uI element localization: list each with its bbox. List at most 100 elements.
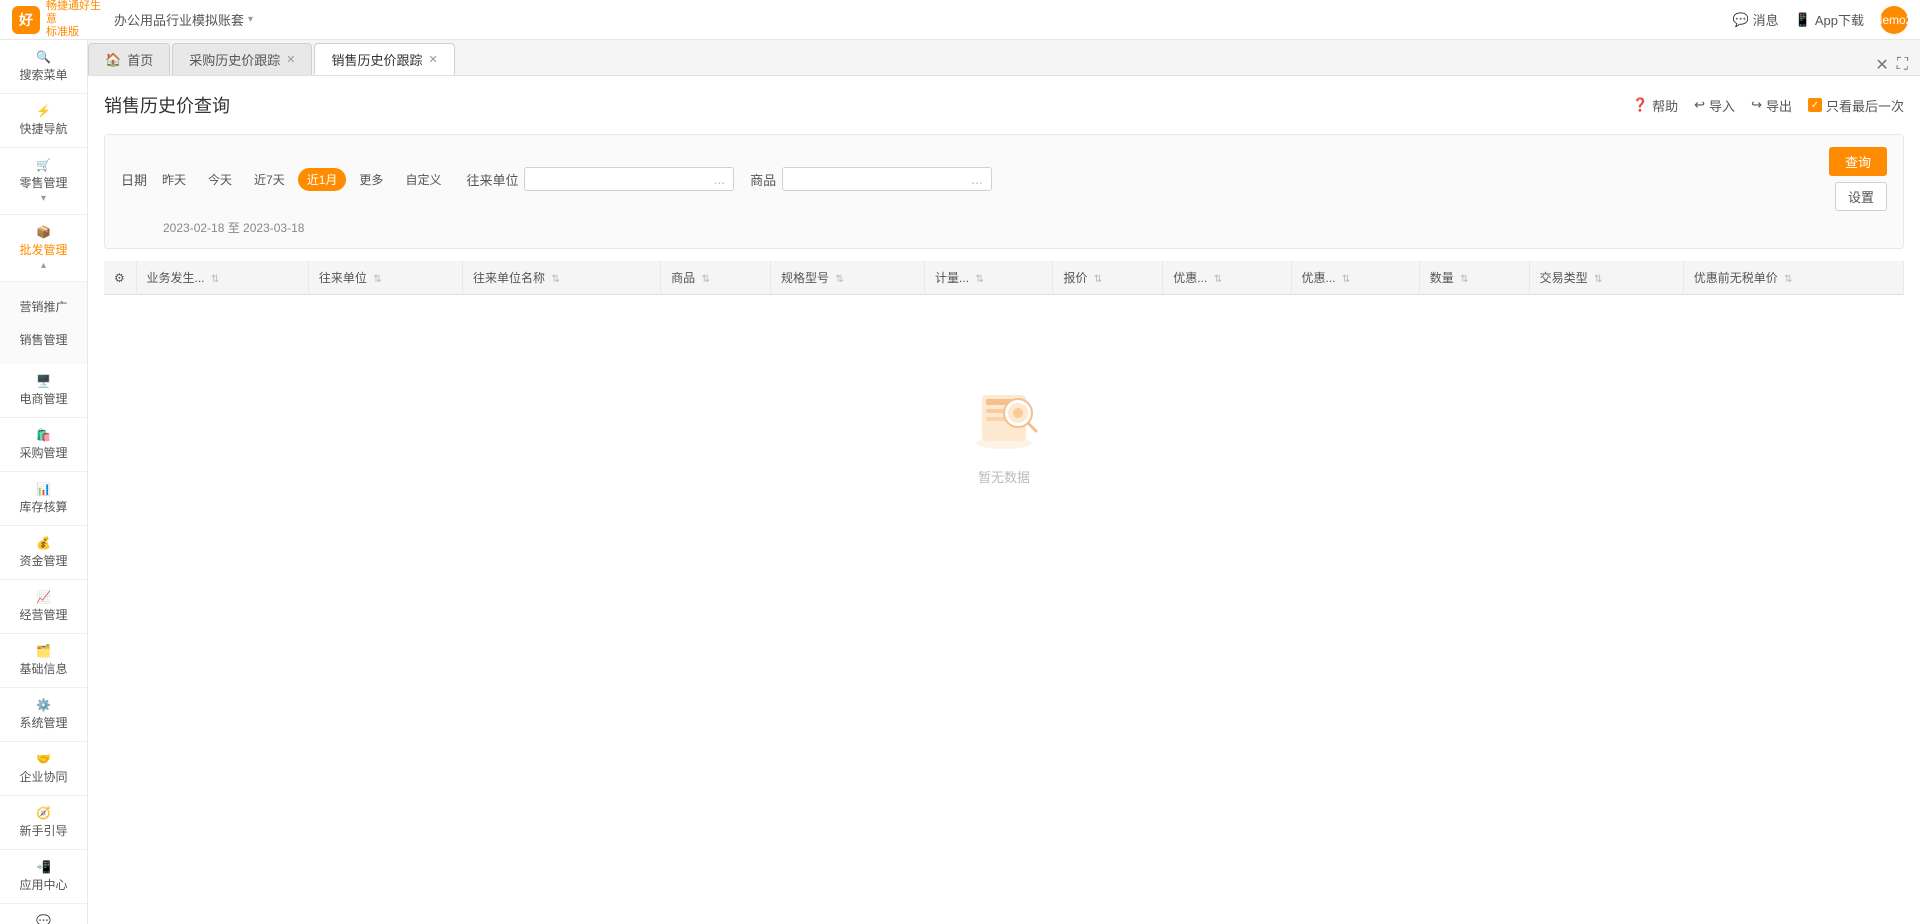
date-btn-1month[interactable]: 近1月	[298, 168, 347, 191]
only-last-checkbox[interactable]: ✓	[1808, 98, 1822, 112]
col-settings[interactable]: ⚙	[104, 261, 136, 295]
product-label: 商品	[750, 170, 776, 189]
date-btn-today[interactable]: 今天	[199, 168, 241, 191]
sort-arrows-biz-date: ⇅	[211, 274, 219, 285]
sidebar-item-sales-mgmt[interactable]: 销售管理	[0, 323, 87, 356]
empty-state: 暂无数据	[104, 295, 1904, 566]
sort-arrows-quote: ⇅	[1094, 274, 1102, 285]
sidebar-item-wechat[interactable]: 💬 企业微信	[0, 904, 87, 924]
sort-arrows-unit: ⇅	[975, 274, 983, 285]
close-tab-sales-icon[interactable]: ✕	[428, 53, 437, 66]
col-quantity[interactable]: 数量 ⇅	[1419, 261, 1529, 295]
date-range-text: 2023-02-18 至 2023-03-18	[163, 219, 304, 236]
import-button[interactable]: ↩ 导入	[1694, 96, 1735, 115]
export-icon: ↪	[1751, 97, 1762, 113]
table-container: ⚙ 业务发生... ⇅ 往来单位 ⇅ 往来单位名称	[104, 261, 1904, 295]
sidebar-item-guide[interactable]: 🧭 新手引导	[0, 796, 87, 850]
query-button[interactable]: 查询	[1829, 147, 1887, 176]
export-button[interactable]: ↪ 导出	[1751, 96, 1792, 115]
col-spec[interactable]: 规格型号 ⇅	[771, 261, 925, 295]
user-avatar-area[interactable]: demo2	[1880, 6, 1908, 34]
settings-icon[interactable]: ⚙	[114, 271, 125, 285]
sort-arrows-partner-name: ⇅	[551, 274, 559, 285]
product-input-dots: ...	[971, 171, 983, 187]
sidebar-item-system[interactable]: ⚙️ 系统管理	[0, 688, 87, 742]
import-icon: ↩	[1694, 97, 1705, 113]
filter-row-1: 日期 昨天 今天 近7天 近1月 更多 自定义 往来单位	[121, 147, 1887, 211]
col-product[interactable]: 商品 ⇅	[661, 261, 771, 295]
col-discount2[interactable]: 优惠... ⇅	[1291, 261, 1419, 295]
chevron-down-icon: ▾	[41, 193, 46, 204]
sidebar-item-operation[interactable]: 📈 经营管理	[0, 580, 87, 634]
col-partner-name[interactable]: 往来单位名称 ⇅	[462, 261, 660, 295]
sidebar-item-app-center[interactable]: 📲 应用中心	[0, 850, 87, 904]
page-title-actions: ❓ 帮助 ↩ 导入 ↪ 导出 ✓ 只看最后一次	[1632, 96, 1904, 115]
download-icon: 📱	[1795, 12, 1811, 28]
product-input-wrapper[interactable]: ...	[782, 167, 992, 191]
col-trade-type[interactable]: 交易类型 ⇅	[1529, 261, 1683, 295]
col-pre-tax-price[interactable]: 优惠前无税单价 ⇅	[1683, 261, 1903, 295]
partner-label: 往来单位	[466, 170, 518, 189]
avatar: demo2	[1880, 6, 1908, 34]
finance-icon: 💰	[36, 536, 51, 550]
filter-buttons: 查询 设置	[1829, 147, 1887, 211]
date-btn-yesterday[interactable]: 昨天	[153, 168, 195, 191]
nav-icon: ⚡	[36, 104, 51, 118]
sidebar-item-purchase[interactable]: 🛍️ 采购管理	[0, 418, 87, 472]
sidebar-item-inventory[interactable]: 📊 库存核算	[0, 472, 87, 526]
date-btn-more[interactable]: 更多	[350, 168, 392, 191]
company-selector[interactable]: 办公用品行业模拟账套 ▾	[114, 10, 253, 29]
enterprise-icon: 🤝	[36, 752, 51, 766]
partner-input-wrapper[interactable]: ...	[524, 167, 734, 191]
sort-arrows-trade-type: ⇅	[1594, 274, 1602, 285]
col-discount1[interactable]: 优惠... ⇅	[1163, 261, 1291, 295]
chevron-up-icon: ▴	[41, 260, 46, 271]
only-last-checkbox-area[interactable]: ✓ 只看最后一次	[1808, 96, 1904, 115]
date-btn-custom[interactable]: 自定义	[396, 168, 450, 191]
sidebar-item-wholesale[interactable]: 📦 批发管理 ▴	[0, 215, 87, 282]
date-label: 日期	[121, 170, 147, 189]
setting-button[interactable]: 设置	[1835, 182, 1887, 211]
help-icon: ❓	[1632, 97, 1648, 113]
sort-arrows-product: ⇅	[701, 274, 709, 285]
date-filter: 日期 昨天 今天 近7天 近1月 更多 自定义	[121, 168, 450, 191]
help-button[interactable]: ❓ 帮助	[1632, 96, 1678, 115]
date-btn-7days[interactable]: 近7天	[245, 168, 294, 191]
tab-sales-history[interactable]: 销售历史价跟踪 ✕	[314, 43, 454, 75]
sort-arrows-discount2: ⇅	[1342, 274, 1350, 285]
tab-purchase-history[interactable]: 采购历史价跟踪 ✕	[172, 43, 312, 75]
product-input[interactable]	[791, 172, 967, 187]
sort-arrows-pre-tax-price: ⇅	[1784, 274, 1792, 285]
product-filter: 商品 ...	[750, 167, 992, 191]
sidebar-item-ecommerce[interactable]: 🖥️ 电商管理	[0, 364, 87, 418]
sidebar-item-basic-info[interactable]: 🗂️ 基础信息	[0, 634, 87, 688]
page-content: 销售历史价查询 ❓ 帮助 ↩ 导入 ↪ 导出 ✓	[88, 76, 1920, 924]
sidebar-item-finance[interactable]: 💰 资金管理	[0, 526, 87, 580]
close-window-icon[interactable]: ✕	[1875, 55, 1888, 75]
empty-text: 暂无数据	[978, 467, 1030, 486]
message-button[interactable]: 💬 消息	[1732, 10, 1778, 29]
sidebar-item-marketing[interactable]: 营销推广	[0, 290, 87, 323]
tab-home[interactable]: 🏠 首页	[88, 43, 170, 75]
message-icon: 💬	[1732, 12, 1748, 28]
partner-input[interactable]	[533, 172, 709, 187]
sidebar-item-quick-nav[interactable]: ⚡ 快捷导航	[0, 94, 87, 148]
sidebar-item-retail[interactable]: 🛒 零售管理 ▾	[0, 148, 87, 215]
sidebar-item-enterprise[interactable]: 🤝 企业协同	[0, 742, 87, 796]
col-quote[interactable]: 报价 ⇅	[1053, 261, 1163, 295]
app-download-button[interactable]: 📱 App下载	[1795, 10, 1864, 29]
logo-area: 好 畅捷通好生意 标准版	[12, 0, 106, 39]
empty-icon	[964, 375, 1044, 455]
sidebar: 🔍 搜索菜单 ⚡ 快捷导航 🛒 零售管理 ▾ 📦 批发管理 ▴ 营销推广 销售管…	[0, 40, 88, 924]
close-tab-purchase-icon[interactable]: ✕	[286, 53, 295, 66]
col-unit[interactable]: 计量... ⇅	[925, 261, 1053, 295]
col-biz-date[interactable]: 业务发生... ⇅	[136, 261, 308, 295]
partner-filter: 往来单位 ...	[466, 167, 734, 191]
date-filter-buttons: 昨天 今天 近7天 近1月 更多 自定义	[153, 168, 450, 191]
top-bar-right: 💬 消息 📱 App下载 demo2	[1732, 6, 1908, 34]
sidebar-item-search-menu[interactable]: 🔍 搜索菜单	[0, 40, 87, 94]
operation-icon: 📈	[36, 590, 51, 604]
maximize-icon[interactable]: ⛶	[1897, 56, 1908, 74]
col-partner-code[interactable]: 往来单位 ⇅	[308, 261, 462, 295]
tab-bar: 🏠 首页 采购历史价跟踪 ✕ 销售历史价跟踪 ✕ ✕ ⛶	[88, 40, 1920, 76]
